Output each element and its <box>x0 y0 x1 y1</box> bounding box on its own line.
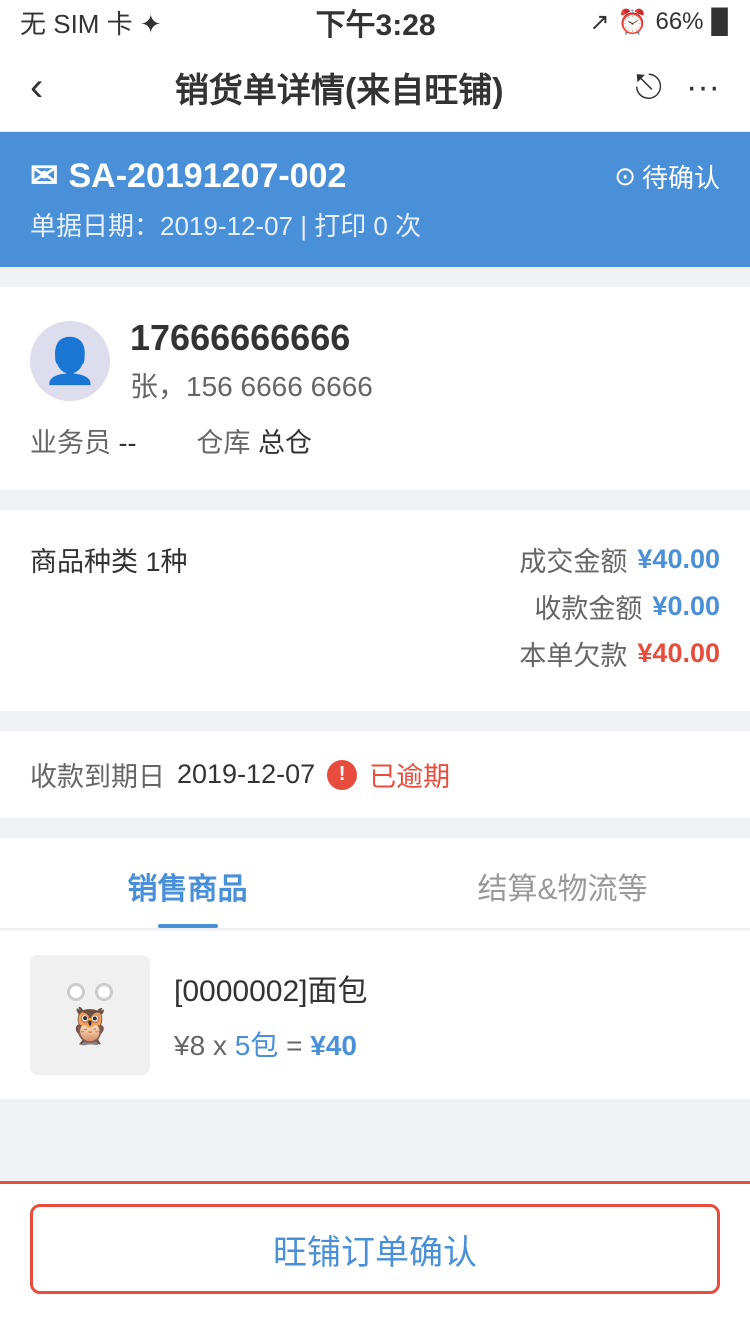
header-card: ✉ SA-20191207-002 ⊙ 待确认 单据日期：2019-12-07 … <box>0 132 750 267</box>
avatar: 👤 <box>30 321 110 401</box>
receipt-amount-label: 收款金额 <box>534 587 642 626</box>
owl-eye-right <box>95 983 113 1001</box>
overdue-label: 收款到期日 <box>30 755 165 794</box>
product-list-item: 🦉 [0000002]面包 ¥8 x 5包 = ¥40 <box>0 931 750 1099</box>
battery-icon: ▉ <box>712 8 730 37</box>
product-types: 商品种类 1种 <box>30 540 188 579</box>
receipt-amount-row: 收款金额 ¥0.00 <box>519 587 720 626</box>
share-icon[interactable]: ⎋ <box>635 68 662 107</box>
customer-meta: 业务员 -- 仓库 总仓 <box>30 421 720 460</box>
overdue-alert-icon: ! <box>327 760 357 790</box>
product-price: ¥8 x 5包 = ¥40 <box>174 1024 720 1064</box>
deal-amount-label: 成交金额 <box>519 540 627 579</box>
status-time: 下午3:28 <box>316 0 436 44</box>
customer-info: 17666666666 张，156 6666 6666 <box>130 317 373 405</box>
due-amount-value: ¥40.00 <box>637 638 720 669</box>
battery-indicator: 66% <box>655 8 703 36</box>
product-name: [0000002]面包 <box>174 966 720 1010</box>
owl-body: 🦉 <box>68 1005 113 1047</box>
product-info: [0000002]面包 ¥8 x 5包 = ¥40 <box>174 966 720 1064</box>
nav-actions: ⎋ ··· <box>635 68 720 107</box>
due-amount-label: 本单欠款 <box>519 634 627 673</box>
order-number: ✉ SA-20191207-002 <box>30 156 346 196</box>
summary-left: 商品种类 1种 <box>30 540 188 579</box>
location-icon: ↗ <box>589 8 609 37</box>
nav-bar: ‹ 销货单详情(来自旺铺) ⎋ ··· <box>0 44 750 132</box>
confirm-order-button[interactable]: 旺铺订单确认 <box>30 1204 720 1294</box>
sim-indicator: 无 SIM 卡 ✦ <box>20 4 162 41</box>
status-bar: 无 SIM 卡 ✦ 下午3:28 ↗ ⏰ 66% ▉ <box>0 0 750 44</box>
status-left: 无 SIM 卡 ✦ <box>20 4 162 41</box>
order-icon: ✉ <box>30 156 59 196</box>
owl-logo: 🦉 <box>67 983 113 1047</box>
more-icon[interactable]: ··· <box>686 68 720 107</box>
salesperson-field: 业务员 -- <box>30 421 137 460</box>
deal-amount-row: 成交金额 ¥40.00 <box>519 540 720 579</box>
status-right: ↗ ⏰ 66% ▉ <box>589 8 730 37</box>
product-thumbnail: 🦉 <box>30 955 150 1075</box>
summary-card: 商品种类 1种 成交金额 ¥40.00 收款金额 ¥0.00 本单欠款 ¥40.… <box>0 510 750 711</box>
overdue-date: 2019-12-07 <box>177 759 315 790</box>
owl-eye-left <box>67 983 85 1001</box>
customer-card: 👤 17666666666 张，156 6666 6666 业务员 -- 仓库 … <box>0 287 750 490</box>
overdue-text: 已逾期 <box>369 755 450 794</box>
confirm-button-wrap: 旺铺订单确认 <box>0 1181 750 1334</box>
page-title: 销货单详情(来自旺铺) <box>175 63 504 112</box>
summary-right: 成交金额 ¥40.00 收款金额 ¥0.00 本单欠款 ¥40.00 <box>519 540 720 681</box>
alarm-icon: ⏰ <box>618 8 648 37</box>
deal-amount-value: ¥40.00 <box>637 544 720 575</box>
warehouse-field: 仓库 总仓 <box>197 421 313 460</box>
tabs-bar: 销售商品 结算&物流等 <box>0 838 750 929</box>
customer-phone: 17666666666 <box>130 317 373 359</box>
clock-icon: ⊙ <box>614 161 636 192</box>
tab-settlement[interactable]: 结算&物流等 <box>375 838 750 928</box>
owl-eyes <box>67 983 113 1001</box>
order-status: ⊙ 待确认 <box>614 158 720 195</box>
user-icon: 👤 <box>43 335 98 387</box>
tab-products[interactable]: 销售商品 <box>0 838 375 928</box>
receipt-amount-value: ¥0.00 <box>652 591 720 622</box>
back-button[interactable]: ‹ <box>30 65 43 110</box>
customer-name: 张，156 6666 6666 <box>130 365 373 405</box>
overdue-card: 收款到期日 2019-12-07 ! 已逾期 <box>0 731 750 818</box>
due-amount-row: 本单欠款 ¥40.00 <box>519 634 720 673</box>
order-date: 单据日期：2019-12-07 | 打印 0 次 <box>30 206 720 243</box>
